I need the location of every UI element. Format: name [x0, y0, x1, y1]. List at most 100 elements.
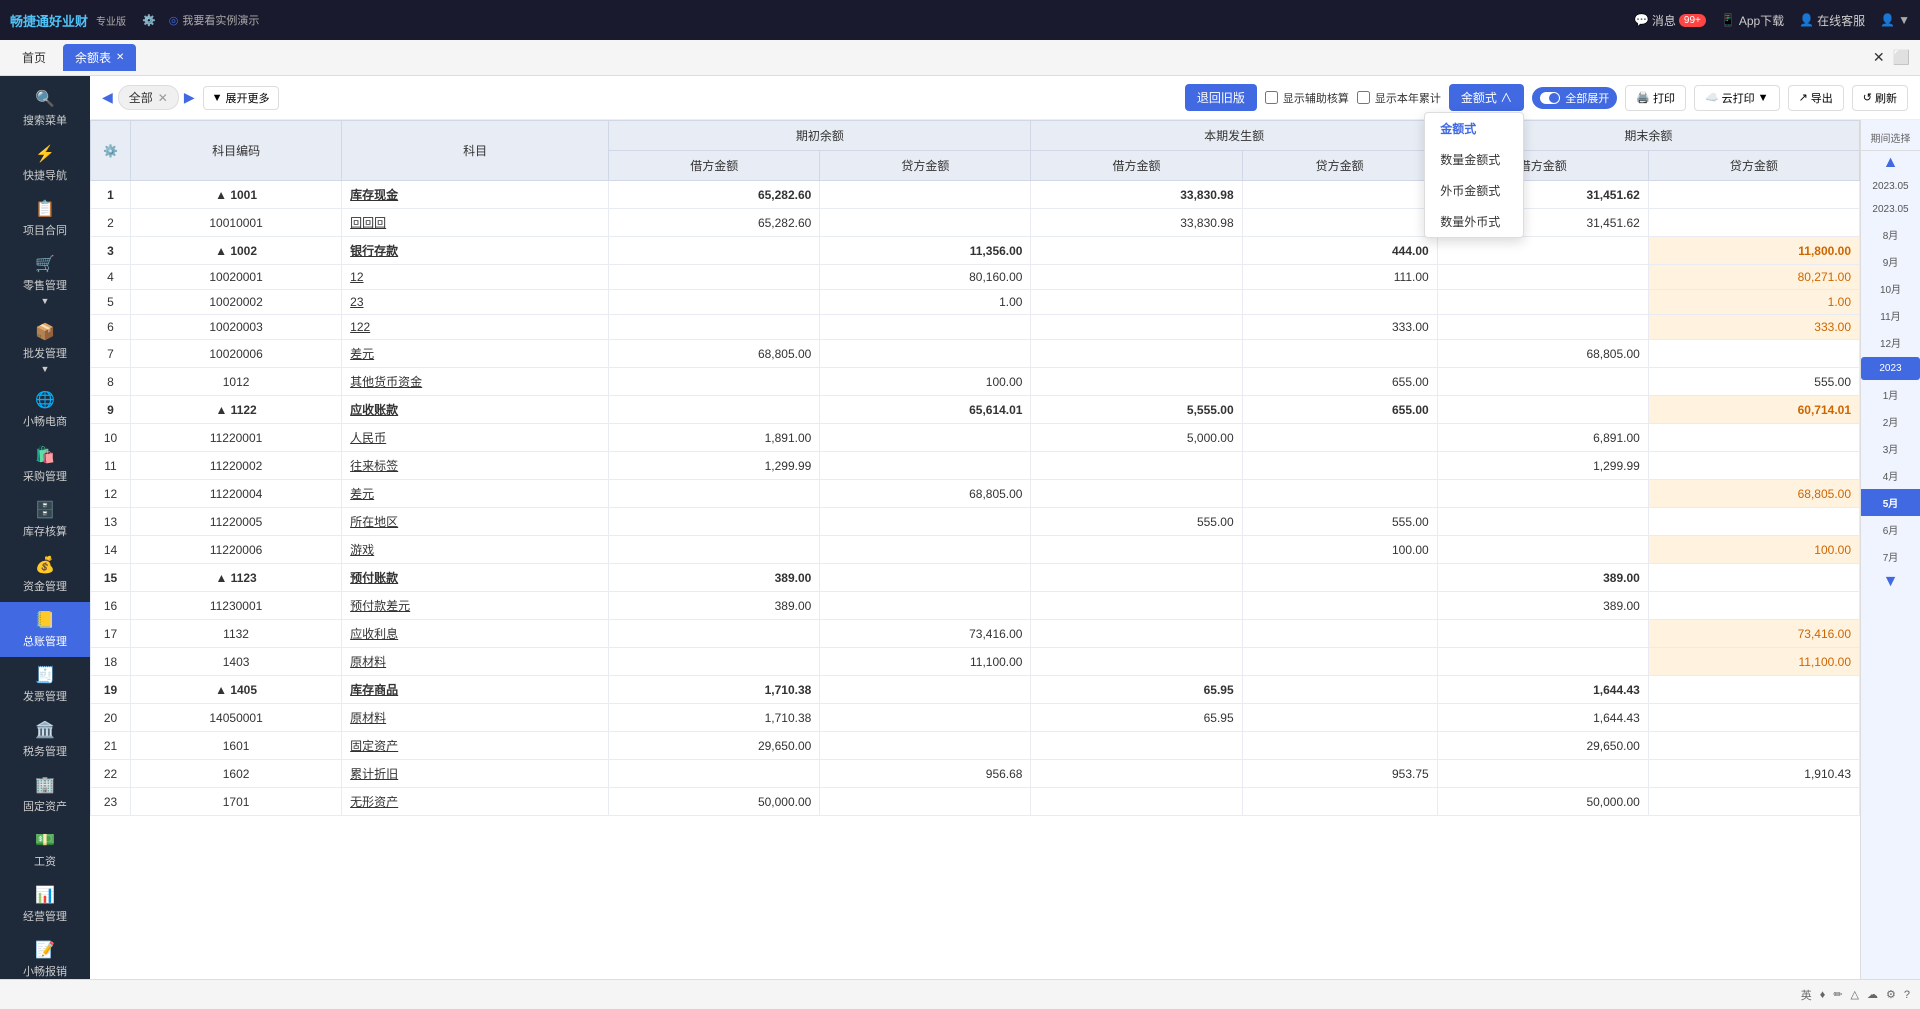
right-panel: 期间选择 ▲ 2023.05 2023.05 8月 9月 10月 11月 12月… [1860, 120, 1920, 979]
cell-code: ▲ 1122 [131, 396, 342, 424]
cell-value: 33,830.98 [1031, 209, 1242, 237]
period-up-arrow[interactable]: ▲ [1880, 151, 1902, 175]
bottom-lang[interactable]: 英 [1801, 987, 1812, 1003]
tab-bar-right: ✕ ⬜ [1873, 49, 1910, 66]
cell-no: 18 [91, 648, 131, 676]
app-download-btn[interactable]: 📱 App下载 [1721, 12, 1784, 29]
bottom-icon-1[interactable]: ♦ [1820, 989, 1826, 1001]
sidebar-item-sales[interactable]: 📝 小畅报销 [0, 932, 90, 979]
breadcrumb-right-arrow[interactable]: ▶ [184, 89, 195, 106]
period-7[interactable]: 7月 [1861, 543, 1920, 570]
sidebar-item-ledger[interactable]: 📒 总账管理 [0, 602, 90, 657]
period-1[interactable]: 1月 [1861, 381, 1920, 408]
app-edition: 专业版 [96, 13, 126, 28]
sidebar-item-fixed-asset[interactable]: 🏢 固定资产 [0, 767, 90, 822]
show-assist-check[interactable]: 显示辅助核算 [1265, 90, 1349, 106]
user-avatar[interactable]: 👤 ▼ [1880, 13, 1910, 27]
period-8[interactable]: 8月 [1861, 221, 1920, 248]
period-9[interactable]: 9月 [1861, 248, 1920, 275]
cell-name[interactable]: 预付账款 [342, 564, 609, 592]
sidebar-item-purchase[interactable]: 🛍️ 采购管理 [0, 437, 90, 492]
table-row: 9▲ 1122应收账款65,614.015,555.00655.0060,714… [91, 396, 1860, 424]
back-old-version-btn[interactable]: 退回旧版 [1185, 84, 1257, 111]
sidebar-item-capital[interactable]: 💰 资金管理 [0, 547, 90, 602]
sidebar-item-project[interactable]: 📋 项目合同 [0, 191, 90, 246]
tab-home[interactable]: 首页 [10, 44, 58, 71]
sidebar-item-tax[interactable]: 🏛️ 税务管理 [0, 712, 90, 767]
cell-no: 2 [91, 209, 131, 237]
amount-mode-btn[interactable]: 金额式 ∧ [1449, 84, 1524, 111]
export-btn[interactable]: ↗ 导出 [1788, 85, 1844, 111]
th-pd-debit: 借方金额 [1031, 151, 1242, 181]
ytd-checkbox[interactable] [1357, 91, 1370, 104]
cell-value: 555.00 [1648, 368, 1859, 396]
bottom-icon-6[interactable]: ? [1904, 989, 1910, 1001]
sidebar-item-retail[interactable]: 🛒 零售管理 ▼ [0, 246, 90, 314]
expand-more-btn[interactable]: ▼ 展开更多 [203, 86, 279, 110]
dropdown-item-qty-foreign[interactable]: 数量外币式 [1425, 206, 1523, 237]
breadcrumb-close-icon[interactable]: ✕ [158, 91, 168, 105]
expand-all-toggle[interactable]: 全部展开 [1532, 87, 1617, 109]
period-5-active[interactable]: 5月 [1861, 489, 1920, 516]
cell-value: 33,830.98 [1031, 181, 1242, 209]
cloud-print-btn[interactable]: ☁️ 云打印 ▼ [1694, 85, 1780, 111]
bottom-icon-3[interactable]: △ [1851, 988, 1859, 1001]
period-10[interactable]: 10月 [1861, 275, 1920, 302]
cell-no: 13 [91, 508, 131, 536]
tab-close-yue[interactable]: ✕ [116, 52, 124, 63]
period-down-arrow[interactable]: ▼ [1880, 570, 1902, 594]
cell-value [820, 181, 1031, 209]
cell-value [1648, 181, 1859, 209]
demo-link[interactable]: ◎ 我要看实例演示 [169, 12, 260, 28]
sidebar-item-ecom[interactable]: 🌐 小畅电商 [0, 382, 90, 437]
cell-name[interactable]: 银行存款 [342, 237, 609, 265]
period-2[interactable]: 2月 [1861, 408, 1920, 435]
sidebar-item-invoice[interactable]: 🧾 发票管理 [0, 657, 90, 712]
print-btn[interactable]: 🖨️ 打印 [1625, 85, 1686, 111]
cell-value [820, 536, 1031, 564]
sidebar-item-ops[interactable]: 📊 经营管理 [0, 877, 90, 932]
dropdown-item-foreign-amount[interactable]: 外币金额式 [1425, 175, 1523, 206]
period-11[interactable]: 11月 [1861, 302, 1920, 329]
period-12[interactable]: 12月 [1861, 329, 1920, 356]
bottom-icon-4[interactable]: ☁ [1867, 988, 1878, 1001]
period-4[interactable]: 4月 [1861, 462, 1920, 489]
cell-name[interactable]: 应收账款 [342, 396, 609, 424]
period-3[interactable]: 3月 [1861, 435, 1920, 462]
tab-close-window[interactable]: ✕ [1873, 49, 1885, 66]
assist-checkbox[interactable] [1265, 91, 1278, 104]
message-btn[interactable]: 💬 消息 99+ [1634, 12, 1706, 29]
top-bar-right: 💬 消息 99+ 📱 App下载 👤 在线客服 👤 ▼ [1634, 12, 1910, 29]
cell-name[interactable]: 库存现金 [342, 181, 609, 209]
sales-icon: 📝 [35, 940, 55, 960]
period-2023-label[interactable]: 2023 [1861, 357, 1920, 380]
cell-value [1437, 536, 1648, 564]
tab-yue[interactable]: 余额表 ✕ [63, 44, 136, 71]
dropdown-item-qty-amount[interactable]: 数量金额式 [1425, 144, 1523, 175]
tab-maximize[interactable]: ⬜ [1893, 49, 1910, 66]
cell-name[interactable]: 库存商品 [342, 676, 609, 704]
cell-code: 14050001 [131, 704, 342, 732]
period-2023-05-1[interactable]: 2023.05 [1861, 175, 1920, 198]
bottom-icon-5[interactable]: ⚙ [1886, 988, 1896, 1001]
table-settings-icon[interactable]: ⚙️ [103, 144, 118, 158]
sidebar-item-wholesale[interactable]: 📦 批发管理 ▼ [0, 314, 90, 382]
sidebar-item-quick-nav[interactable]: ⚡ 快捷导航 [0, 136, 90, 191]
show-ytd-check[interactable]: 显示本年累计 [1357, 90, 1441, 106]
period-2023-05-2[interactable]: 2023.05 [1861, 198, 1920, 221]
period-6[interactable]: 6月 [1861, 516, 1920, 543]
breadcrumb-left-arrow[interactable]: ◀ [102, 89, 113, 106]
cell-value [1031, 788, 1242, 816]
sidebar-item-search[interactable]: 🔍 搜索菜单 [0, 81, 90, 136]
sidebar-item-inventory[interactable]: 🗄️ 库存核算 [0, 492, 90, 547]
sidebar-item-salary[interactable]: 💵 工资 [0, 822, 90, 877]
online-service-btn[interactable]: 👤 在线客服 [1799, 12, 1865, 29]
cell-value: 333.00 [1242, 315, 1437, 340]
tab-bar: 首页 余额表 ✕ ✕ ⬜ [0, 40, 1920, 76]
cell-value [1437, 237, 1648, 265]
breadcrumb-tag[interactable]: 全部 ✕ [118, 85, 179, 110]
bottom-icon-2[interactable]: ✏ [1833, 988, 1842, 1001]
dropdown-item-amount[interactable]: 金额式 [1425, 113, 1523, 144]
th-settings[interactable]: ⚙️ [91, 121, 131, 181]
refresh-btn[interactable]: ↺ 刷新 [1852, 85, 1908, 111]
